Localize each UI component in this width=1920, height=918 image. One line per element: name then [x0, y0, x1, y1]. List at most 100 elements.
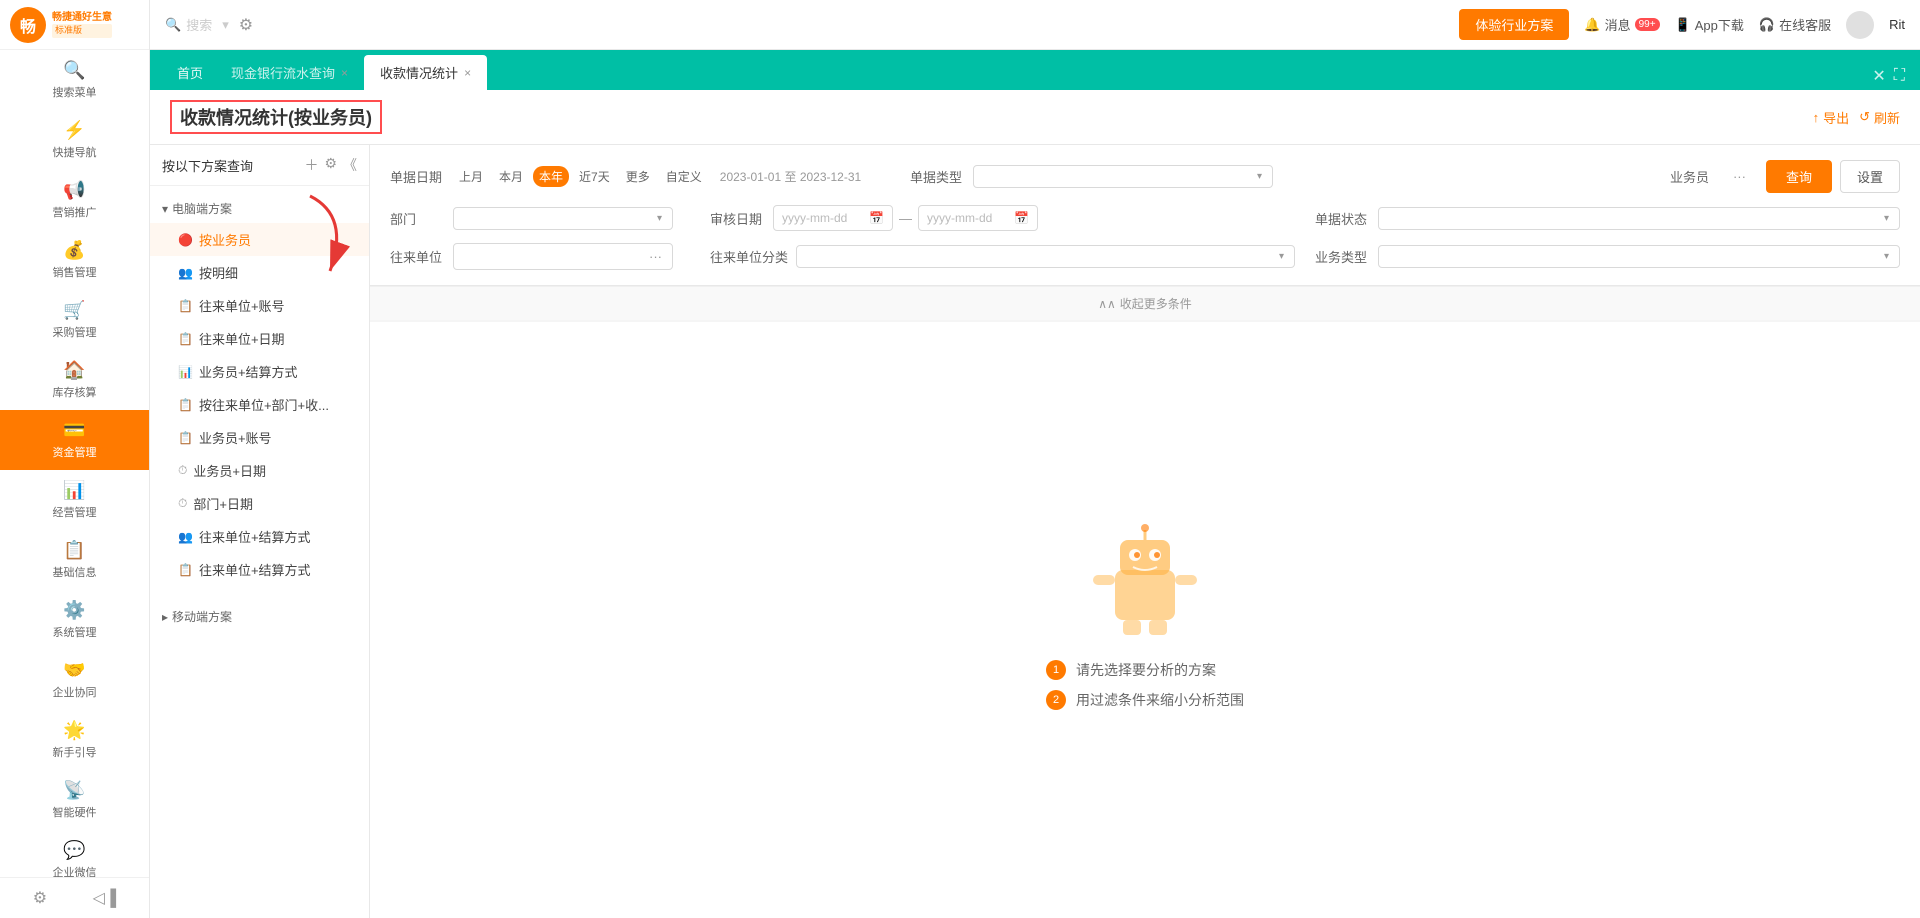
tab-receipt[interactable]: 收款情况统计 ×: [364, 55, 487, 90]
chart-icon: 📊: [63, 480, 85, 501]
cart-icon: 🛒: [63, 300, 85, 321]
download-action[interactable]: 📱 App下载: [1675, 15, 1744, 34]
clipboard-icon: 📋: [63, 540, 85, 561]
biz-type-select[interactable]: ▾: [1378, 245, 1900, 268]
empty-step-2: 2 用过滤条件来缩小分析范围: [1046, 690, 1244, 710]
scheme-item-salesman-acct[interactable]: 📋 业务员+账号: [150, 421, 369, 454]
date-tab-last-month[interactable]: 上月: [453, 166, 489, 187]
export-button[interactable]: ↑ 导出: [1813, 108, 1850, 127]
scheme-item-unit-date[interactable]: 📋 往来单位+日期: [150, 322, 369, 355]
dropdown-arrow[interactable]: ▾: [222, 17, 229, 33]
tab-receipt-close[interactable]: ×: [464, 66, 471, 80]
settings-footer-btn[interactable]: ⚙: [33, 888, 47, 908]
search-area[interactable]: 🔍 搜索: [165, 15, 212, 34]
scheme-item-unit-settle1[interactable]: 👥 往来单位+结算方式: [150, 520, 369, 553]
audit-date-from[interactable]: yyyy-mm-dd 📅: [773, 205, 893, 231]
sidebar-item-hardware[interactable]: 📡 智能硬件: [0, 770, 149, 830]
search-icon: 🔍: [63, 60, 85, 81]
tab-bank-close[interactable]: ×: [341, 66, 348, 80]
settings-scheme-button[interactable]: ⚙: [324, 155, 337, 175]
megaphone-icon: 📢: [63, 180, 85, 201]
calendar2-icon: 📅: [1014, 211, 1029, 225]
unit-select[interactable]: ···: [453, 243, 673, 270]
tab-bar: 首页 现金银行流水查询 × 收款情况统计 × ✕ ⛶: [150, 50, 1920, 90]
sidebar-item-enterprise[interactable]: 🤝 企业协同: [0, 650, 149, 710]
headset-icon: 🎧: [1759, 17, 1775, 33]
scheme-item-unit-dept[interactable]: 📋 按往来单位+部门+收...: [150, 388, 369, 421]
unit-more-dots[interactable]: ···: [649, 249, 662, 264]
table3-icon: 📋: [178, 398, 193, 412]
setting-button[interactable]: 设置: [1840, 160, 1900, 193]
logo-icon: 畅: [10, 7, 46, 43]
sidebar-item-purchase[interactable]: 🛒 采购管理: [0, 290, 149, 350]
star-icon: 🌟: [63, 720, 85, 741]
clock2-icon: ⏱: [178, 496, 187, 511]
user-name: Rit: [1889, 17, 1905, 32]
user-avatar[interactable]: [1846, 11, 1874, 39]
doc-status-select[interactable]: ▾: [1378, 207, 1900, 230]
tab-expand[interactable]: ⛶: [1894, 67, 1905, 85]
tab-close-all[interactable]: ✕: [1872, 66, 1885, 86]
page-header-actions: ↑ 导出 ↺ 刷新: [1813, 108, 1900, 127]
settings-icon[interactable]: ⚙: [239, 15, 253, 35]
scheme-item-detail[interactable]: 👥 按明细: [150, 256, 369, 289]
query-button[interactable]: 查询: [1766, 160, 1832, 193]
date-tabs: 上月 本月 本年 近7天 更多 自定义: [453, 166, 708, 187]
top-header: 🔍 搜索 ▾ ⚙ 体验行业方案 🔔 消息 99+ 📱 App下载: [150, 0, 1920, 50]
refresh-button[interactable]: ↺ 刷新: [1859, 108, 1900, 127]
sidebar-item-guide[interactable]: 🌟 新手引导: [0, 710, 149, 770]
scheme-item-dept-date[interactable]: ⏱ 部门+日期: [150, 487, 369, 520]
audit-date-to[interactable]: yyyy-mm-dd 📅: [918, 205, 1038, 231]
biz-chevron-down: ▾: [1884, 251, 1889, 262]
doc-type-select[interactable]: ▾: [973, 165, 1273, 188]
trial-button[interactable]: 体验行业方案: [1459, 9, 1569, 40]
house-icon: 🏠: [63, 360, 85, 381]
unit-category-select[interactable]: ▾: [796, 245, 1295, 268]
flash-icon: ⚡: [63, 120, 85, 141]
scheme-item-unit-settle2[interactable]: 📋 往来单位+结算方式: [150, 553, 369, 586]
sidebar-item-basic[interactable]: 📋 基础信息: [0, 530, 149, 590]
date-tab-this-year[interactable]: 本年: [533, 166, 569, 187]
handshake-icon: 🤝: [63, 660, 85, 681]
desktop-section-title[interactable]: ▾ 电脑端方案: [150, 194, 369, 223]
mobile-section-title[interactable]: ▸ 移动端方案: [150, 602, 369, 631]
date-tab-7days[interactable]: 近7天: [573, 166, 616, 187]
scheme-item-unit-account[interactable]: 📋 往来单位+账号: [150, 289, 369, 322]
filter-row-1: 单据日期 上月 本月 本年 近7天 更多 自定义 2023-01-01 至 20…: [390, 160, 1900, 193]
scheme-item-salesman-date[interactable]: ⏱ 业务员+日期: [150, 454, 369, 487]
service-action[interactable]: 🎧 在线客服: [1759, 15, 1831, 34]
sidebar-item-marketing[interactable]: 📢 营销推广: [0, 170, 149, 230]
date-tab-custom[interactable]: 自定义: [660, 166, 708, 187]
scheme-item-salesman[interactable]: 🔴 按业务员: [150, 223, 369, 256]
scheme-item-salesman-settle[interactable]: 📊 业务员+结算方式: [150, 355, 369, 388]
chevron-right-icon: ▸: [162, 610, 168, 624]
sidebar-item-operation[interactable]: 📊 经营管理: [0, 470, 149, 530]
date-tab-this-month[interactable]: 本月: [493, 166, 529, 187]
group-icon: 👥: [178, 266, 193, 280]
date-tab-more[interactable]: 更多: [620, 166, 656, 187]
tab-home[interactable]: 首页: [165, 55, 215, 90]
collapse-more-btn[interactable]: ∧∧ 收起更多条件: [370, 286, 1920, 320]
collapse-footer-btn[interactable]: ◁▐: [93, 888, 117, 908]
top-header-left: 🔍 搜索 ▾ ⚙: [165, 15, 253, 35]
dept-select[interactable]: ▾: [453, 207, 673, 230]
refresh-icon: ↺: [1859, 109, 1870, 125]
calendar-icon: 📅: [869, 211, 884, 225]
salesman-more-btn[interactable]: ···: [1733, 169, 1746, 184]
sidebar-item-inventory[interactable]: 🏠 库存核算: [0, 350, 149, 410]
sidebar-item-finance[interactable]: 💳 资金管理: [0, 410, 149, 470]
sidebar-item-quicknav[interactable]: ⚡ 快捷导航: [0, 110, 149, 170]
notification-action[interactable]: 🔔 消息 99+: [1584, 15, 1659, 34]
tab-bank[interactable]: 现金银行流水查询 ×: [215, 55, 364, 90]
sidebar-item-sales[interactable]: 💰 销售管理: [0, 230, 149, 290]
sidebar-item-wechat[interactable]: 💬 企业微信: [0, 830, 149, 877]
table4-icon: 📋: [178, 431, 193, 445]
doc-type-label: 单据类型: [910, 167, 965, 186]
collapse-panel-button[interactable]: 《: [343, 155, 357, 175]
sidebar-item-search[interactable]: 🔍 搜索菜单: [0, 50, 149, 110]
filter-row-2: 部门 ▾ 审核日期 yyyy-mm-dd: [390, 205, 1900, 231]
add-scheme-button[interactable]: ＋: [304, 155, 318, 175]
collapse-icon: ∧∧: [1098, 297, 1116, 311]
date-range-display: 2023-01-01 至 2023-12-31: [720, 168, 861, 185]
sidebar-item-system[interactable]: ⚙️ 系统管理: [0, 590, 149, 650]
